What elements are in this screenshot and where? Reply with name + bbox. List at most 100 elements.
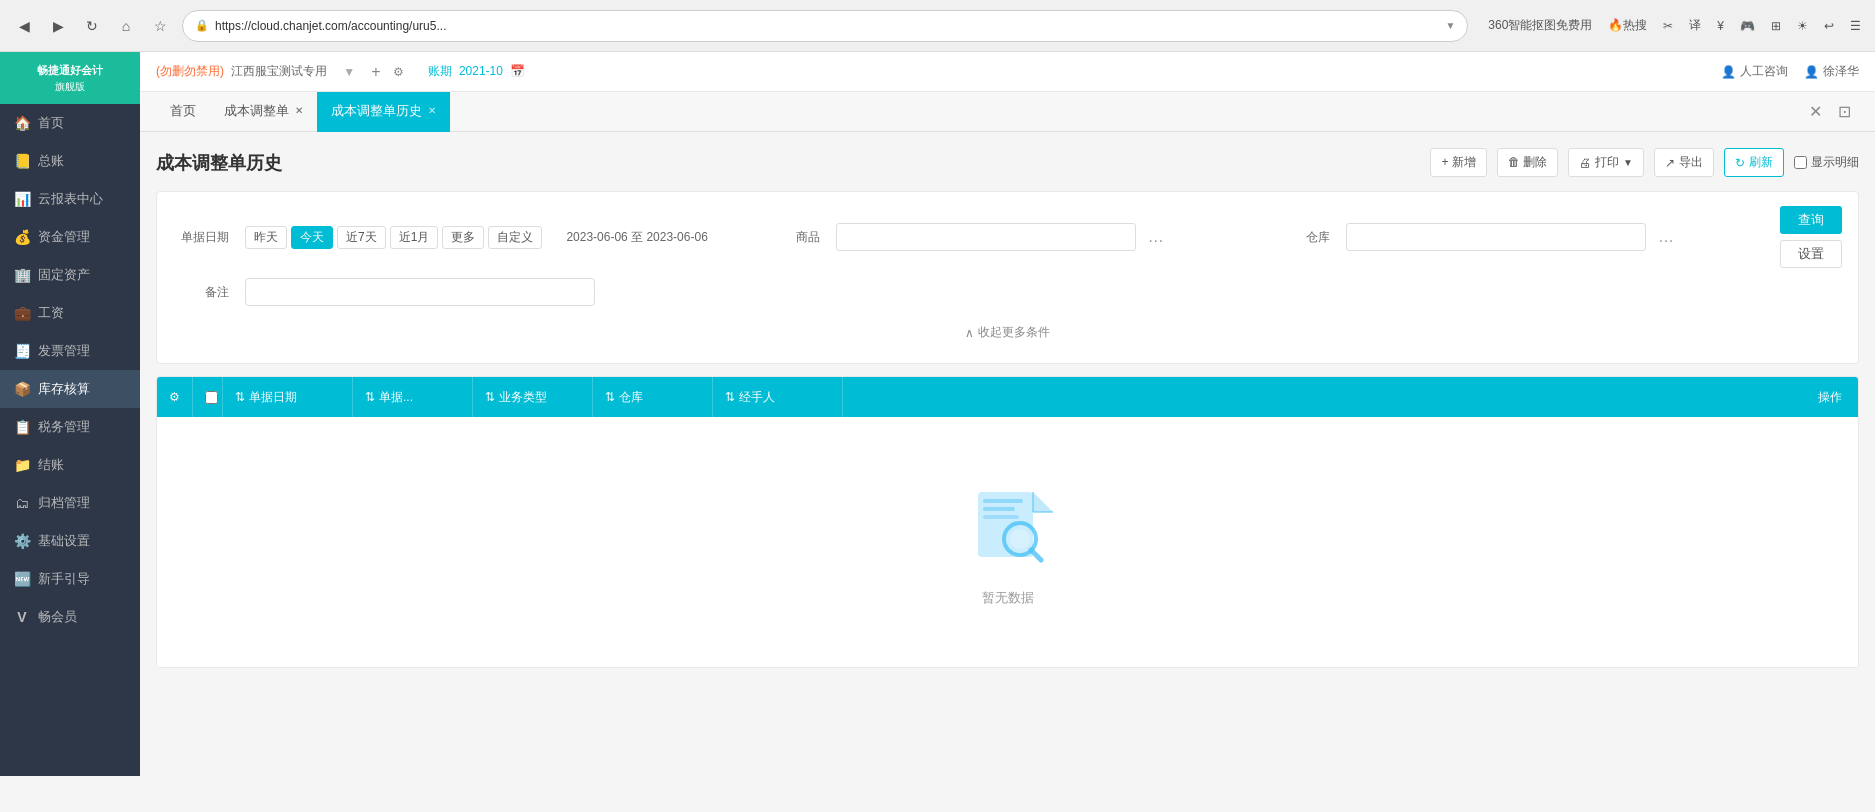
vip-icon: V [14,609,30,625]
date-yesterday-btn[interactable]: 昨天 [245,226,287,249]
th-date[interactable]: ⇅ 单据日期 [223,377,353,417]
delete-button[interactable]: 🗑 删除 [1497,148,1558,177]
data-table: ⚙ ⇅ 单据日期 ⇅ 单据... ⇅ 业务类型 [156,376,1859,668]
close-history-tab[interactable]: ✕ [428,105,436,116]
browser-right-tools: 360智能抠图免费用 🔥热搜 ✂ 译 ¥ 🎮 ⊞ ☀ ↩ ☰ [1484,15,1865,36]
funds-icon: 💰 [14,229,30,245]
sidebar-item-fixed-assets[interactable]: 🏢 固定资产 [0,256,140,294]
refresh-button[interactable]: ↻ [78,12,106,40]
browser-controls: ◀ ▶ ↻ ⌂ ☆ [10,12,174,40]
sidebar: 畅捷通好会计 旗舰版 🏠 首页 📒 总账 📊 云报表中心 💰 资金管理 🏢 固定… [0,52,140,776]
empty-illustration [958,477,1058,577]
theme-tool[interactable]: ☀ [1793,17,1812,35]
sidebar-item-reports[interactable]: 📊 云报表中心 [0,180,140,218]
back-button[interactable]: ◀ [10,12,38,40]
tab-cost-adjustment[interactable]: 成本调整单 ✕ [210,92,317,132]
sort-icon-no: ⇅ [365,390,375,404]
svg-rect-2 [983,507,1015,511]
page-content: 成本调整单历史 + 新增 🗑 删除 🖨 打印 ▼ ↗ 导出 ↻ [140,132,1875,776]
date-today-btn[interactable]: 今天 [291,226,333,249]
export-button[interactable]: ↗ 导出 [1654,148,1714,177]
date-filter-row: 单据日期 昨天 今天 近7天 近1月 更多 自定义 2023-06-06 至 2… [173,206,1842,268]
sidebar-item-payroll[interactable]: 💼 工资 [0,294,140,332]
print-button[interactable]: 🖨 打印 ▼ [1568,148,1644,177]
goods-more-icon[interactable]: … [1144,228,1168,246]
game-tool[interactable]: 🎮 [1736,17,1759,35]
remark-input[interactable] [245,278,595,306]
tax-icon: 📋 [14,419,30,435]
tab-home[interactable]: 首页 [156,92,210,132]
assets-icon: 🏢 [14,267,30,283]
translate-tool[interactable]: 译 [1685,15,1705,36]
company-warning: (勿删勿禁用) 江西服宝测试专用 [156,63,327,80]
sidebar-item-tax[interactable]: 📋 税务管理 [0,408,140,446]
show-detail-checkbox[interactable] [1794,156,1807,169]
user-profile[interactable]: 👤 徐泽华 [1804,63,1859,80]
apps-tool[interactable]: ⊞ [1767,17,1785,35]
sidebar-item-ledger[interactable]: 📒 总账 [0,142,140,180]
forward-button[interactable]: ▶ [44,12,72,40]
date-more-btn[interactable]: 更多 [442,226,484,249]
new-button[interactable]: + 新增 [1430,148,1486,177]
th-no[interactable]: ⇅ 单据... [353,377,473,417]
refresh-data-button[interactable]: ↻ 刷新 [1724,148,1784,177]
collapse-icon: ∧ [965,326,974,340]
sidebar-item-funds[interactable]: 💰 资金管理 [0,218,140,256]
th-gear[interactable]: ⚙ [157,377,193,417]
sidebar-item-settings[interactable]: ⚙️ 基础设置 [0,522,140,560]
sidebar-item-archive[interactable]: 🗂 归档管理 [0,484,140,522]
goods-select-area: … [836,223,1238,251]
th-action: 操作 [1806,377,1858,417]
date-1month-btn[interactable]: 近1月 [390,226,439,249]
date-range-display: 2023-06-06 至 2023-06-06 [566,229,707,246]
sidebar-item-home[interactable]: 🏠 首页 [0,104,140,142]
th-operator[interactable]: ⇅ 经手人 [713,377,843,417]
query-button[interactable]: 查询 [1780,206,1842,234]
add-tab-button[interactable]: + [371,63,380,81]
sidebar-item-invoice[interactable]: 🧾 发票管理 [0,332,140,370]
tab-close-all: ✕ ⊡ [1801,102,1859,121]
page-title: 成本调整单历史 [156,151,282,175]
sidebar-item-guide[interactable]: 🆕 新手引导 [0,560,140,598]
empty-state: 暂无数据 [157,417,1858,667]
customer-service[interactable]: 👤 人工咨询 [1721,63,1788,80]
collapse-button[interactable]: ∧ 收起更多条件 [965,324,1050,341]
th-biztype[interactable]: ⇅ 业务类型 [473,377,593,417]
undo-tool[interactable]: ↩ [1820,17,1838,35]
close-all-tabs-button[interactable]: ✕ [1801,102,1830,121]
date-7days-btn[interactable]: 近7天 [337,226,386,249]
main-layout: 畅捷通好会计 旗舰版 🏠 首页 📒 总账 📊 云报表中心 💰 资金管理 🏢 固定… [0,52,1875,776]
address-bar[interactable]: 🔒 https://cloud.chanjet.com/accounting/u… [182,10,1468,42]
wallet-tool[interactable]: ¥ [1713,17,1728,35]
sort-icon: ⇅ [235,390,245,404]
warehouse-more-icon[interactable]: … [1654,228,1678,246]
guide-icon: 🆕 [14,571,30,587]
warehouse-select-area: … [1346,223,1748,251]
settings-gear-button[interactable]: ⚙ [393,65,404,79]
menu-tool[interactable]: ☰ [1846,17,1865,35]
filter-action-btns: 查询 设置 [1780,206,1842,268]
sidebar-item-inventory[interactable]: 📦 库存核算 [0,370,140,408]
settings-button[interactable]: 设置 [1780,240,1842,268]
sidebar-item-vip[interactable]: V 畅会员 [0,598,140,636]
home-button[interactable]: ⌂ [112,12,140,40]
select-all-checkbox[interactable] [205,391,218,404]
restore-button[interactable]: ⊡ [1830,102,1859,121]
th-warehouse[interactable]: ⇅ 仓库 [593,377,713,417]
refresh-icon: ↻ [1735,156,1745,170]
close-cost-adjustment-tab[interactable]: ✕ [295,105,303,116]
scissors-tool[interactable]: ✂ [1659,17,1677,35]
filter-panel: 单据日期 昨天 今天 近7天 近1月 更多 自定义 2023-06-06 至 2… [156,191,1859,364]
page-header: 成本调整单历史 + 新增 🗑 删除 🖨 打印 ▼ ↗ 导出 ↻ [156,148,1859,177]
sidebar-item-closing[interactable]: 📁 结账 [0,446,140,484]
tab-cost-adjustment-history[interactable]: 成本调整单历史 ✕ [317,92,450,132]
goods-input[interactable] [836,223,1136,251]
star-button[interactable]: ☆ [146,12,174,40]
reports-icon: 📊 [14,191,30,207]
warehouse-input[interactable] [1346,223,1646,251]
date-custom-btn[interactable]: 自定义 [488,226,542,249]
remark-filter-row: 备注 [173,278,1842,306]
archive-icon: 🗂 [14,495,30,511]
th-checkbox[interactable] [193,377,223,417]
warehouse-filter-label: 仓库 [1274,229,1330,246]
